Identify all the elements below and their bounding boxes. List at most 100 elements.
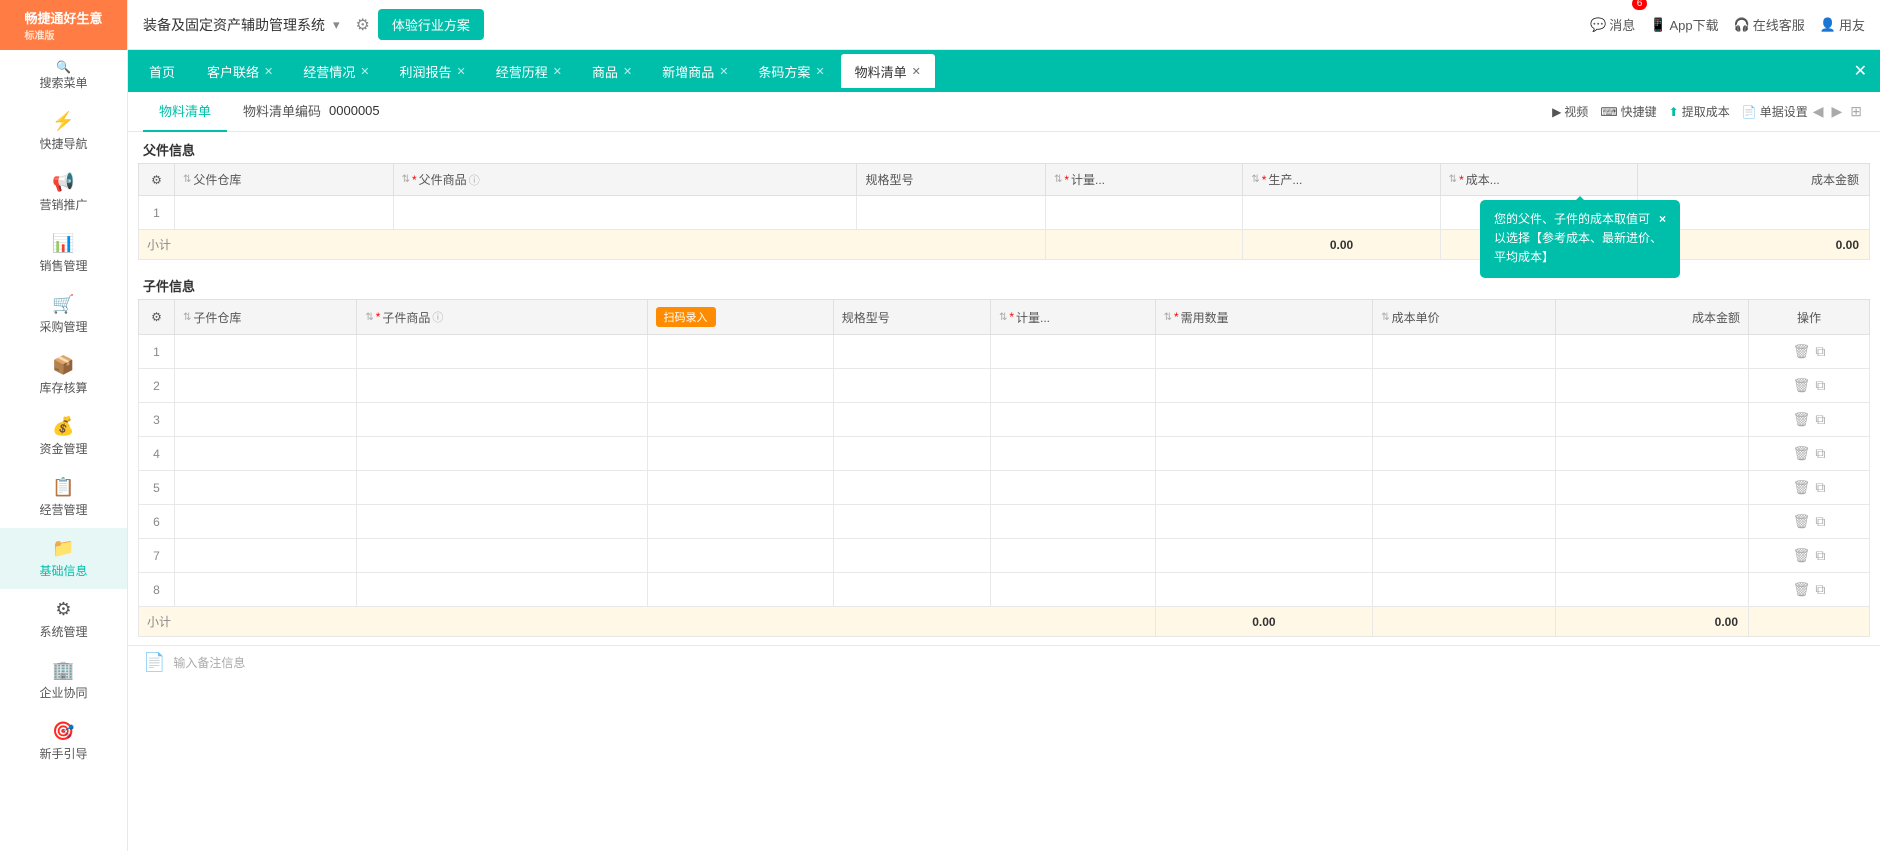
settings-btn[interactable]: 📄 单据设置 bbox=[1742, 103, 1808, 120]
delete-icon-1[interactable]: 🗑 bbox=[1793, 343, 1811, 360]
child-row-7-unit-cost[interactable] bbox=[1373, 539, 1555, 573]
grid-view-icon[interactable]: ⊞ bbox=[1847, 103, 1865, 120]
child-row-4-qty[interactable] bbox=[1155, 437, 1373, 471]
sidebar-item-guide[interactable]: 🎯 新手引导 bbox=[0, 711, 127, 772]
tab-barcode-close[interactable]: ✕ bbox=[815, 65, 824, 78]
dropdown-arrow-icon[interactable]: ▾ bbox=[333, 17, 340, 33]
tab-barcode[interactable]: 条码方案 ✕ bbox=[744, 54, 838, 88]
app-download-item[interactable]: 📱 App下载 bbox=[1650, 15, 1718, 34]
parent-row-1-goods[interactable] bbox=[393, 196, 857, 230]
sidebar-item-operations[interactable]: 📋 经营管理 bbox=[0, 467, 127, 528]
child-row-5-warehouse[interactable] bbox=[175, 471, 357, 505]
child-row-5-unit-cost[interactable] bbox=[1373, 471, 1555, 505]
child-row-7-unit[interactable] bbox=[990, 539, 1155, 573]
child-row-2-qty[interactable] bbox=[1155, 369, 1373, 403]
child-row-1-goods[interactable] bbox=[357, 335, 647, 369]
child-row-4-spec[interactable] bbox=[833, 437, 990, 471]
copy-icon-4[interactable]: ⧉ bbox=[1815, 445, 1825, 462]
delete-icon-4[interactable]: 🗑 bbox=[1793, 445, 1811, 462]
child-col-settings[interactable]: ⚙ bbox=[139, 300, 175, 335]
child-row-3-goods[interactable] bbox=[357, 403, 647, 437]
parent-row-1-produce[interactable] bbox=[1243, 196, 1440, 230]
delete-icon-7[interactable]: 🗑 bbox=[1793, 547, 1811, 564]
child-row-2-amount[interactable] bbox=[1555, 369, 1748, 403]
child-row-2-goods[interactable] bbox=[357, 369, 647, 403]
copy-icon-6[interactable]: ⧉ bbox=[1815, 513, 1825, 530]
copy-icon-8[interactable]: ⧉ bbox=[1815, 581, 1825, 598]
try-button[interactable]: 体验行业方案 bbox=[378, 9, 484, 40]
child-row-6-spec[interactable] bbox=[833, 505, 990, 539]
child-row-8-spec[interactable] bbox=[833, 573, 990, 607]
tab-operations[interactable]: 经营情况 ✕ bbox=[289, 54, 383, 88]
tab-customer-close[interactable]: ✕ bbox=[264, 65, 273, 78]
sidebar-item-purchase[interactable]: 🛒 采购管理 bbox=[0, 284, 127, 345]
bottom-hint[interactable]: 输入备注信息 bbox=[173, 654, 245, 671]
child-row-4-amount[interactable] bbox=[1555, 437, 1748, 471]
child-row-8-warehouse[interactable] bbox=[175, 573, 357, 607]
child-row-5-qty[interactable] bbox=[1155, 471, 1373, 505]
child-row-3-unit-cost[interactable] bbox=[1373, 403, 1555, 437]
child-row-1-warehouse[interactable] bbox=[175, 335, 357, 369]
child-row-3-warehouse[interactable] bbox=[175, 403, 357, 437]
child-row-6-warehouse[interactable] bbox=[175, 505, 357, 539]
shortcut-btn[interactable]: ⌨ 快捷键 bbox=[1600, 103, 1656, 120]
child-row-2-warehouse[interactable] bbox=[175, 369, 357, 403]
child-row-3-qty[interactable] bbox=[1155, 403, 1373, 437]
child-row-6-unit[interactable] bbox=[990, 505, 1155, 539]
copy-icon-7[interactable]: ⧉ bbox=[1815, 547, 1825, 564]
child-row-4-unit[interactable] bbox=[990, 437, 1155, 471]
sidebar-item-marketing[interactable]: 📢 营销推广 bbox=[0, 162, 127, 223]
sidebar-item-basic[interactable]: 📁 基础信息 bbox=[0, 528, 127, 589]
copy-icon-3[interactable]: ⧉ bbox=[1815, 411, 1825, 428]
child-row-2-unit[interactable] bbox=[990, 369, 1155, 403]
tab-new-goods[interactable]: 新增商品 ✕ bbox=[648, 54, 742, 88]
delete-icon-3[interactable]: 🗑 bbox=[1793, 411, 1811, 428]
tab-history-close[interactable]: ✕ bbox=[553, 65, 562, 78]
copy-icon-2[interactable]: ⧉ bbox=[1815, 377, 1825, 394]
message-item[interactable]: 💬 消息 6 bbox=[1590, 15, 1635, 34]
delete-icon-6[interactable]: 🗑 bbox=[1793, 513, 1811, 530]
prev-arrow[interactable]: ◀ bbox=[1810, 103, 1827, 120]
delete-icon-5[interactable]: 🗑 bbox=[1793, 479, 1811, 496]
child-row-6-qty[interactable] bbox=[1155, 505, 1373, 539]
child-row-7-qty[interactable] bbox=[1155, 539, 1373, 573]
online-service-item[interactable]: 🎧 在线客服 bbox=[1734, 15, 1805, 34]
child-row-6-amount[interactable] bbox=[1555, 505, 1748, 539]
parent-col-settings[interactable]: ⚙ bbox=[139, 164, 175, 196]
copy-icon-5[interactable]: ⧉ bbox=[1815, 479, 1825, 496]
child-row-8-unit-cost[interactable] bbox=[1373, 573, 1555, 607]
tab-new-goods-close[interactable]: ✕ bbox=[719, 65, 728, 78]
scan-button[interactable]: 扫码录入 bbox=[656, 307, 716, 327]
tooltip-close-btn[interactable]: × bbox=[1659, 210, 1666, 229]
tab-profit[interactable]: 利润报告 ✕ bbox=[385, 54, 479, 88]
child-row-6-unit-cost[interactable] bbox=[1373, 505, 1555, 539]
child-row-7-warehouse[interactable] bbox=[175, 539, 357, 573]
tab-ops-close[interactable]: ✕ bbox=[360, 65, 369, 78]
sidebar-item-enterprise[interactable]: 🏢 企业协同 bbox=[0, 650, 127, 711]
child-row-3-amount[interactable] bbox=[1555, 403, 1748, 437]
tab-goods-close[interactable]: ✕ bbox=[623, 65, 632, 78]
user-item[interactable]: 👤 用友 bbox=[1820, 15, 1865, 34]
child-row-1-spec[interactable] bbox=[833, 335, 990, 369]
child-row-1-qty[interactable] bbox=[1155, 335, 1373, 369]
child-row-1-amount[interactable] bbox=[1555, 335, 1748, 369]
child-row-8-amount[interactable] bbox=[1555, 573, 1748, 607]
tab-customer[interactable]: 客户联络 ✕ bbox=[193, 54, 287, 88]
child-row-7-goods[interactable] bbox=[357, 539, 647, 573]
child-row-5-unit[interactable] bbox=[990, 471, 1155, 505]
sidebar-item-search[interactable]: 🔍 搜索菜单 bbox=[0, 50, 127, 101]
delete-icon-8[interactable]: 🗑 bbox=[1793, 581, 1811, 598]
parent-row-1-unit[interactable] bbox=[1045, 196, 1242, 230]
sidebar-item-inventory[interactable]: 📦 库存核算 bbox=[0, 345, 127, 406]
child-row-8-qty[interactable] bbox=[1155, 573, 1373, 607]
child-row-5-spec[interactable] bbox=[833, 471, 990, 505]
child-row-1-unit[interactable] bbox=[990, 335, 1155, 369]
child-row-6-goods[interactable] bbox=[357, 505, 647, 539]
cost-btn[interactable]: ⬆ 提取成本 bbox=[1669, 103, 1730, 120]
parent-row-1-spec[interactable] bbox=[857, 196, 1045, 230]
sub-tab-code[interactable]: 物料清单编码 0000005 bbox=[227, 92, 396, 132]
next-arrow[interactable]: ▶ bbox=[1828, 103, 1845, 120]
tab-history[interactable]: 经营历程 ✕ bbox=[482, 54, 576, 88]
sidebar-item-finance[interactable]: 💰 资金管理 bbox=[0, 406, 127, 467]
tab-bom-close[interactable]: ✕ bbox=[912, 65, 921, 78]
